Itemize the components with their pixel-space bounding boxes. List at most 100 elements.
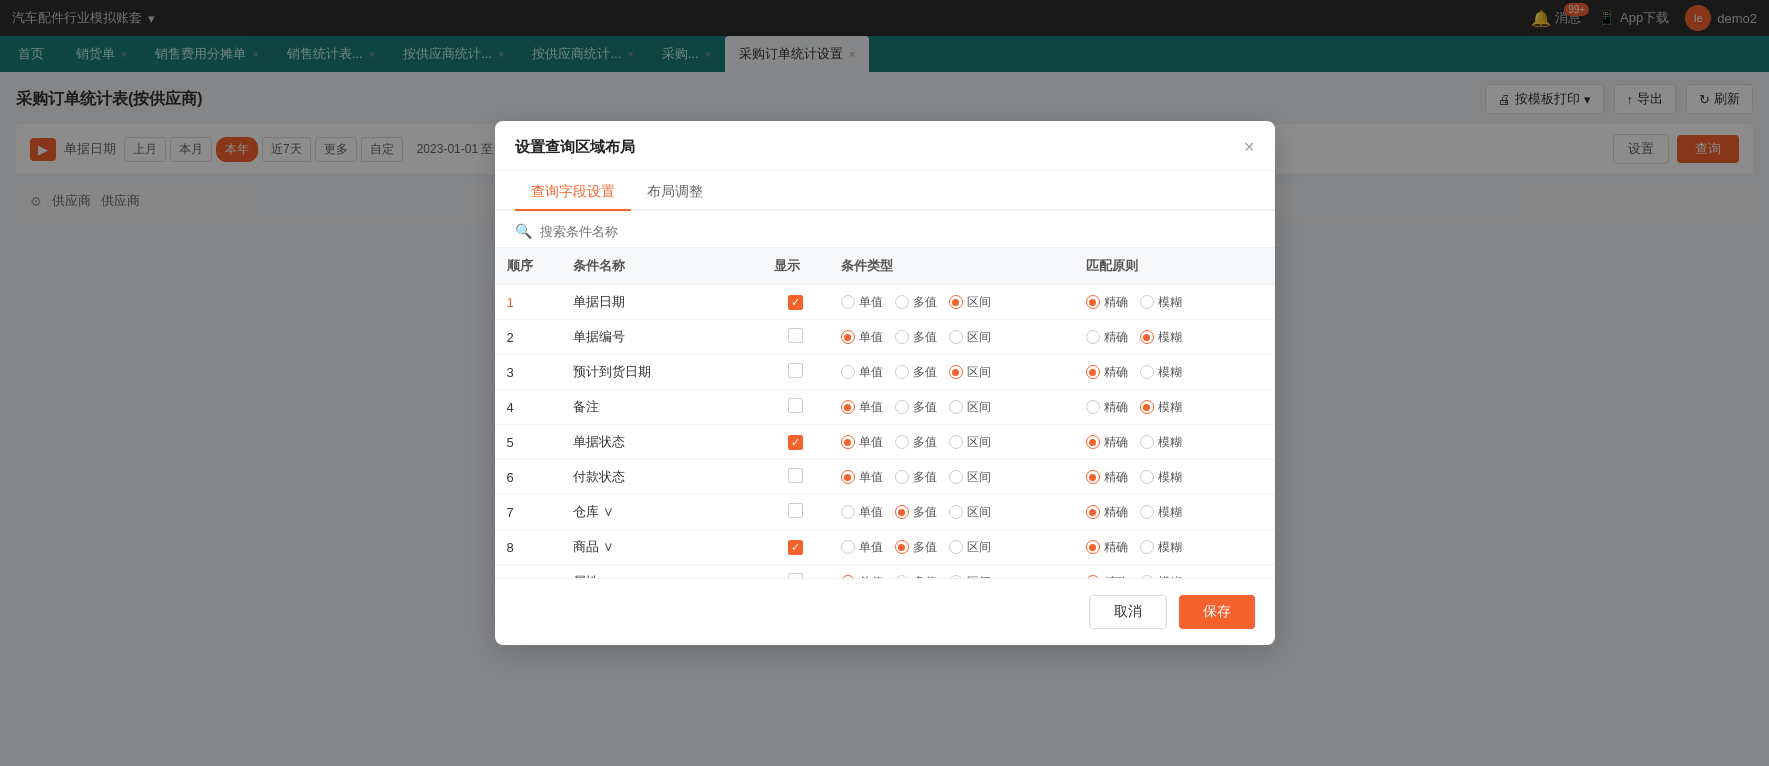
match-radio-item[interactable]: 精确 <box>1086 434 1128 451</box>
cell-match: 精确 模糊 <box>1074 390 1275 425</box>
match-radio-group: 精确 模糊 <box>1086 399 1263 416</box>
type-radio-item[interactable]: 多值 <box>895 294 937 311</box>
type-radio-group: 单值多值 区间 <box>841 504 1062 521</box>
match-radio-item[interactable]: 模糊 <box>1140 469 1182 486</box>
show-checkbox[interactable]: ✓ <box>788 295 803 310</box>
type-radio-item[interactable]: 区间 <box>949 469 991 486</box>
radio-dot <box>949 330 963 344</box>
match-radio-item[interactable]: 模糊 <box>1140 504 1182 521</box>
match-radio-item[interactable]: 模糊 <box>1140 399 1182 416</box>
type-radio-item[interactable]: 区间 <box>949 434 991 451</box>
type-radio-item[interactable]: 多值 <box>895 469 937 486</box>
radio-dot <box>949 540 963 554</box>
radio-dot <box>949 400 963 414</box>
radio-label: 多值 <box>913 469 937 486</box>
type-radio-item[interactable]: 单值 <box>841 329 883 346</box>
type-radio-item[interactable]: 区间 <box>949 329 991 346</box>
radio-dot <box>1086 435 1100 449</box>
cancel-button[interactable]: 取消 <box>1089 595 1167 629</box>
radio-label: 区间 <box>967 329 991 346</box>
type-radio-item[interactable]: 多值 <box>895 399 937 416</box>
match-radio-item[interactable]: 精确 <box>1086 294 1128 311</box>
match-radio-item[interactable]: 精确 <box>1086 504 1128 521</box>
type-radio-item[interactable]: 多值 <box>895 539 937 556</box>
type-radio-group: 单值多值区间 <box>841 539 1062 556</box>
radio-label: 模糊 <box>1158 399 1182 416</box>
cell-name: 备注 <box>561 390 762 425</box>
match-radio-item[interactable]: 模糊 <box>1140 434 1182 451</box>
table-header: 顺序 条件名称 显示 条件类型 匹配原则 <box>495 248 1275 285</box>
radio-dot <box>841 365 855 379</box>
type-radio-item[interactable]: 区间 <box>949 294 991 311</box>
show-checkbox[interactable] <box>788 363 803 378</box>
show-checkbox[interactable] <box>788 468 803 483</box>
match-radio-group: 精确模糊 <box>1086 504 1263 521</box>
match-radio-item[interactable]: 模糊 <box>1140 329 1182 346</box>
type-radio-item[interactable]: 多值 <box>895 364 937 381</box>
row-order-number: 4 <box>507 400 514 415</box>
type-radio-item[interactable]: 多值 <box>895 504 937 521</box>
type-radio-item[interactable]: 单值 <box>841 364 883 381</box>
radio-dot <box>895 330 909 344</box>
match-radio-item[interactable]: 模糊 <box>1140 539 1182 556</box>
type-radio-group: 单值多值区间 <box>841 364 1062 381</box>
type-radio-item[interactable]: 区间 <box>949 399 991 416</box>
modal-tab-fields[interactable]: 查询字段设置 <box>515 175 631 211</box>
radio-label: 单值 <box>859 329 883 346</box>
th-name: 条件名称 <box>561 248 762 285</box>
show-checkbox[interactable]: ✓ <box>788 540 803 555</box>
search-icon: 🔍 <box>515 223 532 239</box>
match-radio-item[interactable]: 模糊 <box>1140 364 1182 381</box>
match-radio-group: 精确 模糊 <box>1086 294 1263 311</box>
show-checkbox[interactable] <box>788 398 803 413</box>
type-radio-item[interactable]: 单值 <box>841 434 883 451</box>
radio-label: 单值 <box>859 399 883 416</box>
table-row: 4 备注 单值多值区间 精确 模糊 <box>495 390 1275 425</box>
radio-label: 多值 <box>913 294 937 311</box>
modal-tab-layout[interactable]: 布局调整 <box>631 175 719 211</box>
type-radio-item[interactable]: 单值 <box>841 539 883 556</box>
modal-close-button[interactable]: × <box>1244 137 1255 158</box>
type-radio-item[interactable]: 区间 <box>949 539 991 556</box>
cell-match: 精确模糊 <box>1074 460 1275 495</box>
radio-label: 单值 <box>859 504 883 521</box>
cell-order: 4 <box>495 390 562 425</box>
cell-order: 5 <box>495 425 562 460</box>
show-checkbox[interactable]: ✓ <box>788 435 803 450</box>
show-checkbox[interactable] <box>788 328 803 343</box>
condition-search-input[interactable] <box>540 224 740 239</box>
radio-label: 模糊 <box>1158 364 1182 381</box>
type-radio-item[interactable]: 区间 <box>949 504 991 521</box>
cell-show <box>762 320 829 355</box>
radio-label: 单值 <box>859 539 883 556</box>
type-radio-item[interactable]: 单值 <box>841 469 883 486</box>
match-radio-item[interactable]: 精确 <box>1086 329 1128 346</box>
match-radio-item[interactable]: 精确 <box>1086 399 1128 416</box>
type-radio-item[interactable]: 区间 <box>949 364 991 381</box>
match-radio-item[interactable]: 精确 <box>1086 469 1128 486</box>
show-checkbox[interactable] <box>788 503 803 518</box>
match-radio-group: 精确模糊 <box>1086 539 1263 556</box>
cell-match: 精确模糊 <box>1074 320 1275 355</box>
radio-dot <box>1086 470 1100 484</box>
type-radio-item[interactable]: 单值 <box>841 294 883 311</box>
th-match: 匹配原则 <box>1074 248 1275 285</box>
match-radio-item[interactable]: 精确 <box>1086 364 1128 381</box>
type-radio-item[interactable]: 单值 <box>841 504 883 521</box>
save-button[interactable]: 保存 <box>1179 595 1255 629</box>
radio-label: 区间 <box>967 294 991 311</box>
radio-label: 区间 <box>967 469 991 486</box>
modal-table-body: 1单据日期✓单值多值区间精确模糊2单据编号单值多值区间精确模糊3预计到货日期单值… <box>495 285 1275 579</box>
row-order-number: 2 <box>507 330 514 345</box>
radio-label: 模糊 <box>1158 294 1182 311</box>
cell-order: 8 <box>495 530 562 565</box>
type-radio-item[interactable]: 单值 <box>841 399 883 416</box>
cell-match: 精确 模糊 <box>1074 285 1275 320</box>
cell-order: 6 <box>495 460 562 495</box>
type-radio-item[interactable]: 多值 <box>895 329 937 346</box>
match-radio-item[interactable]: 精确 <box>1086 539 1128 556</box>
match-radio-item[interactable]: 模糊 <box>1140 294 1182 311</box>
type-radio-item[interactable]: 多值 <box>895 434 937 451</box>
radio-label: 区间 <box>967 504 991 521</box>
radio-dot <box>1140 330 1154 344</box>
